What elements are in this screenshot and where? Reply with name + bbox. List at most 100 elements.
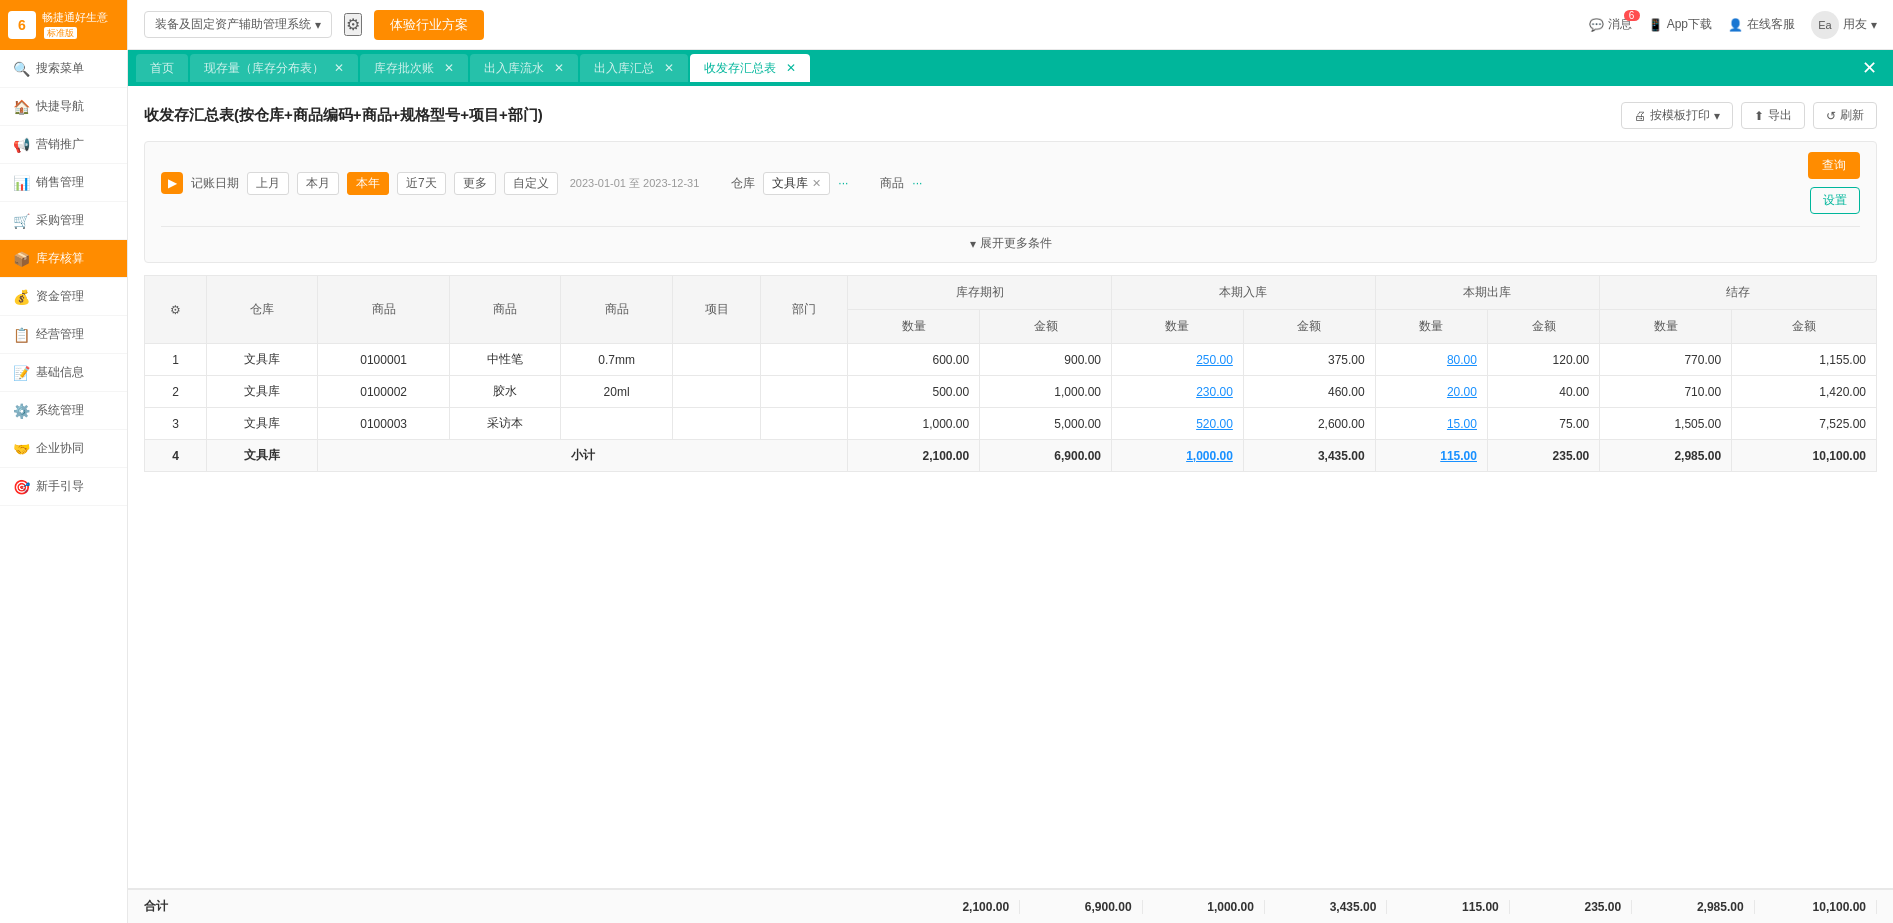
table-row: 2 文具库 0100002 胶水 20ml 500.00 1,000.00 23…	[145, 376, 1877, 408]
sidebar-item-basic-info[interactable]: 📝 基础信息	[0, 354, 127, 392]
cell-department	[760, 408, 848, 440]
filter-collapse-btn[interactable]: ▶	[161, 172, 183, 194]
footer-in-qty: 1,000.00	[1143, 900, 1265, 914]
user-area[interactable]: Ea 用友 ▾	[1811, 11, 1877, 39]
warehouse-tag-text: 文具库	[772, 175, 808, 192]
sidebar-item-sales[interactable]: 📊 销售管理	[0, 164, 127, 202]
sidebar-item-corp-collab[interactable]: 🤝 企业协同	[0, 430, 127, 468]
online-service-btn[interactable]: 👤 在线客服	[1728, 16, 1795, 33]
cell-department	[760, 344, 848, 376]
th-out-qty: 数量	[1375, 310, 1487, 344]
tab-stock-summary-label: 出入库汇总	[594, 60, 654, 77]
sidebar-item-system[interactable]: ⚙️ 系统管理	[0, 392, 127, 430]
date-btn-last-month[interactable]: 上月	[247, 172, 289, 195]
tab-stock-dist[interactable]: 现存量（库存分布表） ✕	[190, 54, 358, 82]
cell-in-qty[interactable]: 250.00	[1112, 344, 1244, 376]
footer-opening-amt: 6,900.00	[1020, 900, 1142, 914]
table-container: ⚙ 仓库 商品 商品 商品 项目 部门 库存期初 本期入库 本期出库 结存	[144, 275, 1877, 472]
goods-more-btn[interactable]: ···	[912, 176, 922, 190]
tab-stock-dist-close[interactable]: ✕	[334, 61, 344, 75]
data-table: ⚙ 仓库 商品 商品 商品 项目 部门 库存期初 本期入库 本期出库 结存	[144, 275, 1877, 472]
sidebar-item-operations[interactable]: 📋 经营管理	[0, 316, 127, 354]
footer-out-qty: 115.00	[1387, 900, 1509, 914]
filter-row-1: ▶ 记账日期 上月 本月 本年 近7天 更多 自定义 2023-01-01 至 …	[161, 152, 1860, 214]
trial-btn[interactable]: 体验行业方案	[374, 10, 484, 40]
footer-out-amt: 235.00	[1510, 900, 1632, 914]
cell-out-qty[interactable]: 15.00	[1375, 408, 1487, 440]
cell-in-amt: 375.00	[1243, 344, 1375, 376]
footer-closing-qty: 2,985.00	[1632, 900, 1754, 914]
tabbar-close-btn[interactable]: ✕	[1862, 57, 1877, 79]
tab-home-label: 首页	[150, 60, 174, 77]
date-btn-more[interactable]: 更多	[454, 172, 496, 195]
chevron-down-icon: ▾	[970, 237, 976, 251]
warehouse-more-btn[interactable]: ···	[838, 176, 848, 190]
sidebar-item-label: 采购管理	[36, 212, 84, 229]
date-btn-this-month[interactable]: 本月	[297, 172, 339, 195]
sidebar-item-guide[interactable]: 🎯 新手引导	[0, 468, 127, 506]
set-btn[interactable]: 设置	[1810, 187, 1860, 214]
tab-batch-account[interactable]: 库存批次账 ✕	[360, 54, 468, 82]
app-download-btn[interactable]: 📱 App下载	[1648, 16, 1712, 33]
tab-home[interactable]: 首页	[136, 54, 188, 82]
tab-batch-account-close[interactable]: ✕	[444, 61, 454, 75]
cell-out-qty[interactable]: 20.00	[1375, 376, 1487, 408]
sidebar-item-label: 库存核算	[36, 250, 84, 267]
cell-goods-name: 采访本	[450, 408, 561, 440]
cell-out-amt: 120.00	[1487, 344, 1599, 376]
th-goods-spec: 商品	[560, 276, 672, 344]
expand-btn[interactable]: ▾ 展开更多条件	[970, 235, 1052, 252]
th-group-closing: 结存	[1600, 276, 1877, 310]
cell-in-qty[interactable]: 230.00	[1112, 376, 1244, 408]
settings-button[interactable]: ⚙	[344, 13, 362, 36]
th-settings[interactable]: ⚙	[145, 276, 207, 344]
tab-stock-summary-close[interactable]: ✕	[664, 61, 674, 75]
table-head-row-1: ⚙ 仓库 商品 商品 商品 项目 部门 库存期初 本期入库 本期出库 结存	[145, 276, 1877, 310]
date-btn-custom[interactable]: 自定义	[504, 172, 558, 195]
sidebar-item-purchase[interactable]: 🛒 采购管理	[0, 202, 127, 240]
date-btn-7days[interactable]: 近7天	[397, 172, 446, 195]
cell-warehouse: 文具库	[207, 344, 318, 376]
footer-total-label: 合计	[144, 898, 168, 915]
sidebar-item-search[interactable]: 🔍 搜索菜单	[0, 50, 127, 88]
tab-recv-send-summary-close[interactable]: ✕	[786, 61, 796, 75]
tab-stock-summary[interactable]: 出入库汇总 ✕	[580, 54, 688, 82]
date-btn-this-year[interactable]: 本年	[347, 172, 389, 195]
sidebar-item-inventory[interactable]: 📦 库存核算	[0, 240, 127, 278]
app-download-label: App下载	[1667, 16, 1712, 33]
cell-in-qty[interactable]: 520.00	[1112, 408, 1244, 440]
tab-stock-flow-close[interactable]: ✕	[554, 61, 564, 75]
sidebar-item-quick-nav[interactable]: 🏠 快捷导航	[0, 88, 127, 126]
cell-no: 3	[145, 408, 207, 440]
print-dropdown-icon: ▾	[1714, 109, 1720, 123]
goods-label: 商品	[880, 175, 904, 192]
warehouse-tag[interactable]: 文具库 ✕	[763, 172, 830, 195]
tab-stock-dist-label: 现存量（库存分布表）	[204, 60, 324, 77]
subtotal-out-qty[interactable]: 115.00	[1375, 440, 1487, 472]
logo-badge: 标准版	[44, 27, 77, 39]
tab-recv-send-summary[interactable]: 收发存汇总表 ✕	[690, 54, 810, 82]
query-btn[interactable]: 查询	[1808, 152, 1860, 179]
system-selector[interactable]: 装备及固定资产辅助管理系统 ▾	[144, 11, 332, 38]
tab-stock-flow[interactable]: 出入库流水 ✕	[470, 54, 578, 82]
sidebar-item-label: 营销推广	[36, 136, 84, 153]
subtotal-in-qty[interactable]: 1,000.00	[1112, 440, 1244, 472]
notifications-btn[interactable]: 💬 消息 6	[1589, 16, 1632, 33]
cell-closing-amt: 1,155.00	[1732, 344, 1877, 376]
main-area: 装备及固定资产辅助管理系统 ▾ ⚙ 体验行业方案 💬 消息 6 📱 App下载 …	[128, 0, 1893, 923]
th-department: 部门	[760, 276, 848, 344]
refresh-icon: ↺	[1826, 109, 1836, 123]
sidebar-logo: 6 畅捷通好生意 标准版	[0, 0, 127, 50]
sidebar-item-marketing[interactable]: 📢 营销推广	[0, 126, 127, 164]
cell-out-qty[interactable]: 80.00	[1375, 344, 1487, 376]
th-warehouse: 仓库	[207, 276, 318, 344]
subtotal-closing-qty: 2,985.00	[1600, 440, 1732, 472]
refresh-btn[interactable]: ↺ 刷新	[1813, 102, 1877, 129]
sidebar-item-finance[interactable]: 💰 资金管理	[0, 278, 127, 316]
th-goods-name: 商品	[450, 276, 561, 344]
cell-warehouse: 文具库	[207, 376, 318, 408]
filter-bar: ▶ 记账日期 上月 本月 本年 近7天 更多 自定义 2023-01-01 至 …	[144, 141, 1877, 263]
export-btn[interactable]: ⬆ 导出	[1741, 102, 1805, 129]
print-btn[interactable]: 🖨 按模板打印 ▾	[1621, 102, 1733, 129]
warehouse-tag-close[interactable]: ✕	[812, 177, 821, 190]
